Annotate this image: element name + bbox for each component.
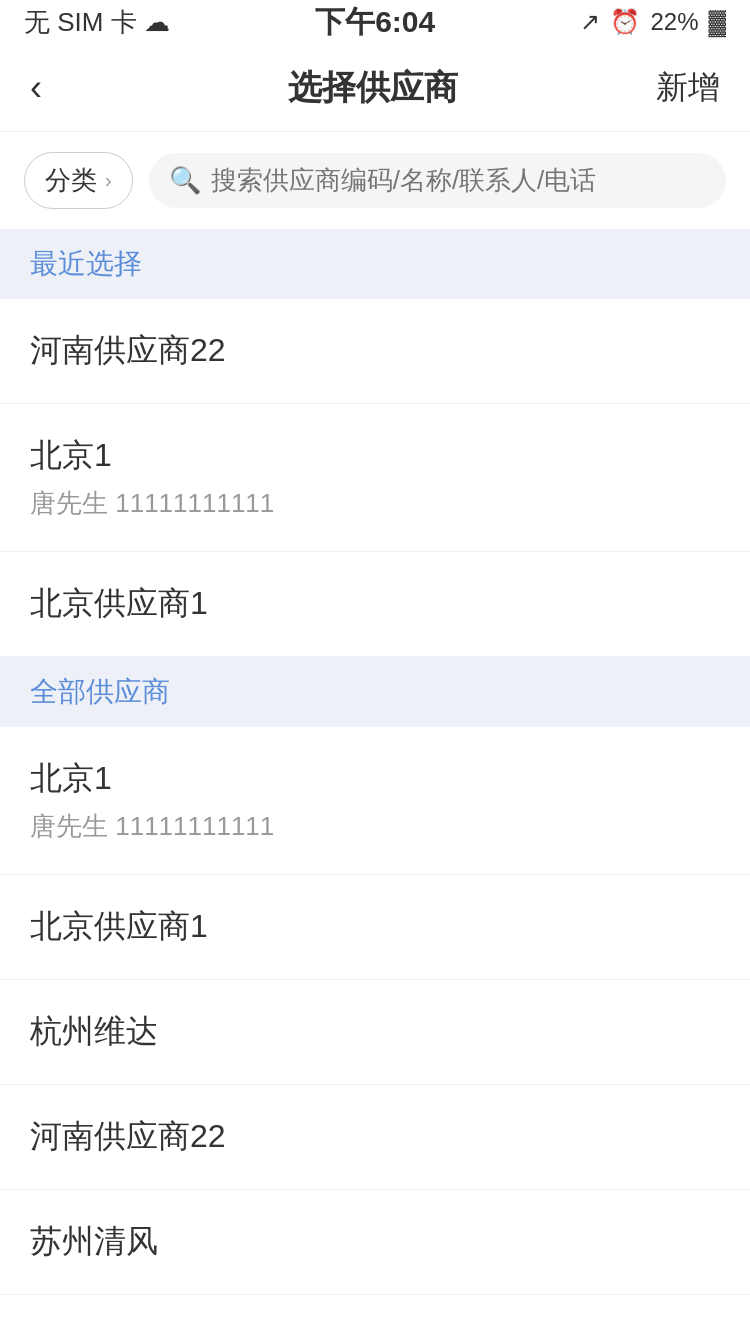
all-section-header: 全部供应商 xyxy=(0,657,750,727)
item-name: 北京1 xyxy=(30,434,720,478)
search-input[interactable] xyxy=(211,165,706,196)
location-icon: ↗ xyxy=(580,8,600,36)
item-name: 杭州维达 xyxy=(30,1010,720,1054)
recent-section-label: 最近选择 xyxy=(30,248,142,279)
status-left: 无 SIM 卡 ☁ xyxy=(24,5,170,40)
list-item[interactable]: 苏州清风 xyxy=(0,1190,750,1295)
alarm-icon: ⏰ xyxy=(610,8,640,36)
recent-list: 河南供应商22 北京1 唐先生 11111111111 北京供应商1 xyxy=(0,299,750,657)
list-item[interactable]: 河南供应商22 xyxy=(0,299,750,404)
status-bar: 无 SIM 卡 ☁ 下午6:04 ↗ ⏰ 22% ▓ xyxy=(0,0,750,44)
item-name: 苏州清风 xyxy=(30,1220,720,1264)
nav-bar: ‹ 选择供应商 新增 xyxy=(0,44,750,132)
search-icon: 🔍 xyxy=(169,165,201,196)
page-title: 选择供应商 xyxy=(288,65,458,111)
search-box: 🔍 xyxy=(149,153,726,208)
list-item[interactable]: 河南供应商22 xyxy=(0,1085,750,1190)
sim-status: 无 SIM 卡 ☁ xyxy=(24,5,170,40)
list-item[interactable]: 北京供应商1 xyxy=(0,875,750,980)
item-name: 北京供应商1 xyxy=(30,905,720,949)
filter-bar: 分类 › 🔍 xyxy=(0,132,750,229)
item-sub: 唐先生 11111111111 xyxy=(30,809,720,844)
category-filter-button[interactable]: 分类 › xyxy=(24,152,133,209)
status-right: ↗ ⏰ 22% ▓ xyxy=(580,8,726,36)
list-item[interactable]: 北京1 唐先生 11111111111 xyxy=(0,727,750,875)
item-name: 河南供应商22 xyxy=(30,329,720,373)
item-name: 北京1 xyxy=(30,757,720,801)
item-sub: 唐先生 11111111111 xyxy=(30,486,720,521)
item-name: 河南供应商22 xyxy=(30,1115,720,1159)
chevron-right-icon: › xyxy=(105,169,112,192)
list-item[interactable]: 杭州维达 xyxy=(0,980,750,1085)
recent-section-header: 最近选择 xyxy=(0,229,750,299)
category-label: 分类 xyxy=(45,163,97,198)
battery-icon: ▓ xyxy=(709,8,727,36)
add-button[interactable]: 新增 xyxy=(656,66,720,110)
battery-status: 22% xyxy=(650,8,698,36)
back-button[interactable]: ‹ xyxy=(30,67,90,109)
item-name: 北京供应商1 xyxy=(30,582,720,626)
list-item[interactable]: 北京供应商1 xyxy=(0,552,750,657)
all-section-label: 全部供应商 xyxy=(30,676,170,707)
list-item[interactable]: 北京1 唐先生 11111111111 xyxy=(0,404,750,552)
all-list: 北京1 唐先生 11111111111 北京供应商1 杭州维达河南供应商22 苏州清风 xyxy=(0,727,750,1295)
status-time: 下午6:04 xyxy=(315,2,435,43)
